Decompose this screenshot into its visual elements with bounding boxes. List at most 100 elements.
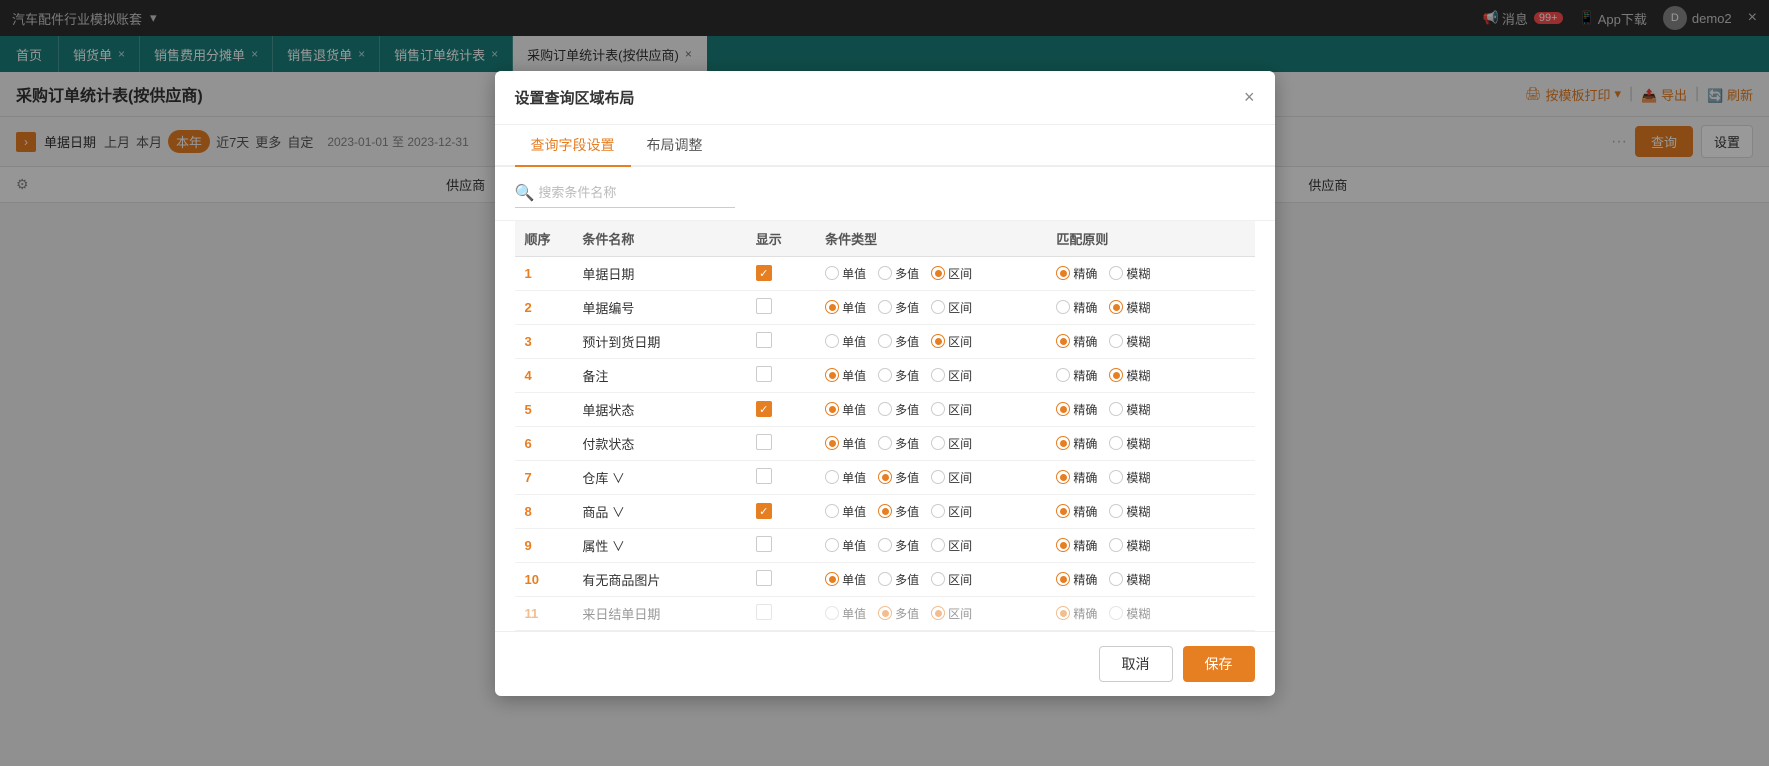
show-checkbox[interactable] bbox=[756, 265, 772, 281]
type-radio-item[interactable]: 单值 bbox=[825, 469, 866, 486]
type-radio-item[interactable]: 区间 bbox=[931, 571, 972, 588]
show-checkbox[interactable] bbox=[756, 298, 772, 314]
type-radio-item[interactable]: 单值 bbox=[825, 503, 866, 520]
match-radio-item[interactable]: 精确 bbox=[1056, 401, 1097, 418]
match-radio-item[interactable]: 模糊 bbox=[1109, 605, 1150, 622]
type-radio-item[interactable]: 多值 bbox=[878, 367, 919, 384]
row-condition-name: 预计到货日期 bbox=[572, 324, 745, 358]
row-show-checkbox[interactable] bbox=[746, 290, 815, 324]
modal-tab-fields[interactable]: 查询字段设置 bbox=[515, 125, 631, 167]
modal-search-area: 🔍 bbox=[495, 167, 1275, 221]
match-radio-item[interactable]: 模糊 bbox=[1109, 571, 1150, 588]
row-show-checkbox[interactable] bbox=[746, 528, 815, 562]
modal-close-button[interactable]: × bbox=[1244, 87, 1255, 108]
match-radio-item[interactable]: 精确 bbox=[1056, 435, 1097, 452]
row-show-checkbox[interactable] bbox=[746, 562, 815, 596]
radio-circle bbox=[931, 606, 945, 620]
type-radio-item[interactable]: 区间 bbox=[931, 503, 972, 520]
show-checkbox[interactable] bbox=[756, 503, 772, 519]
modal-tab-layout[interactable]: 布局调整 bbox=[631, 125, 719, 167]
type-radio-item[interactable]: 单值 bbox=[825, 265, 866, 282]
type-radio-item[interactable]: 多值 bbox=[878, 265, 919, 282]
type-radio-item[interactable]: 单值 bbox=[825, 537, 866, 554]
type-radio-item[interactable]: 单值 bbox=[825, 605, 866, 622]
match-radio-item[interactable]: 模糊 bbox=[1109, 537, 1150, 554]
table-row: 10有无商品图片单值多值区间精确模糊 bbox=[515, 562, 1255, 596]
match-radio-item[interactable]: 精确 bbox=[1056, 333, 1097, 350]
cancel-button[interactable]: 取消 bbox=[1099, 646, 1173, 682]
match-radio-item[interactable]: 模糊 bbox=[1109, 503, 1150, 520]
type-radio-item[interactable]: 单值 bbox=[825, 333, 866, 350]
match-radio-item[interactable]: 模糊 bbox=[1109, 367, 1150, 384]
show-checkbox[interactable] bbox=[756, 570, 772, 586]
match-radio-item[interactable]: 模糊 bbox=[1109, 265, 1150, 282]
type-radio-item[interactable]: 区间 bbox=[931, 401, 972, 418]
show-checkbox[interactable] bbox=[756, 604, 772, 620]
show-checkbox[interactable] bbox=[756, 468, 772, 484]
radio-circle bbox=[825, 368, 839, 382]
radio-circle bbox=[1056, 266, 1070, 280]
show-checkbox[interactable] bbox=[756, 536, 772, 552]
row-show-checkbox[interactable] bbox=[746, 494, 815, 528]
match-radio-item[interactable]: 模糊 bbox=[1109, 299, 1150, 316]
type-radio-item[interactable]: 区间 bbox=[931, 605, 972, 622]
type-radio-item[interactable]: 区间 bbox=[931, 537, 972, 554]
radio-circle bbox=[931, 402, 945, 416]
type-radio-item[interactable]: 区间 bbox=[931, 367, 972, 384]
match-radio-item[interactable]: 模糊 bbox=[1109, 435, 1150, 452]
match-radio-item[interactable]: 模糊 bbox=[1109, 401, 1150, 418]
type-radio-item[interactable]: 多值 bbox=[878, 435, 919, 452]
match-radio-item[interactable]: 精确 bbox=[1056, 367, 1097, 384]
radio-label: 精确 bbox=[1073, 571, 1097, 588]
radio-circle bbox=[825, 402, 839, 416]
show-checkbox[interactable] bbox=[756, 434, 772, 450]
row-show-checkbox[interactable] bbox=[746, 596, 815, 630]
type-radio-item[interactable]: 多值 bbox=[878, 469, 919, 486]
type-radio-item[interactable]: 多值 bbox=[878, 605, 919, 622]
match-radio-group: 精确模糊 bbox=[1056, 299, 1244, 316]
type-radio-item[interactable]: 区间 bbox=[931, 265, 972, 282]
type-radio-item[interactable]: 多值 bbox=[878, 537, 919, 554]
search-input[interactable] bbox=[538, 185, 718, 200]
row-show-checkbox[interactable] bbox=[746, 358, 815, 392]
type-radio-item[interactable]: 多值 bbox=[878, 299, 919, 316]
row-show-checkbox[interactable] bbox=[746, 460, 815, 494]
show-checkbox[interactable] bbox=[756, 366, 772, 382]
type-radio-item[interactable]: 区间 bbox=[931, 333, 972, 350]
type-radio-item[interactable]: 单值 bbox=[825, 367, 866, 384]
type-radio-item[interactable]: 多值 bbox=[878, 571, 919, 588]
match-radio-item[interactable]: 精确 bbox=[1056, 605, 1097, 622]
show-checkbox[interactable] bbox=[756, 401, 772, 417]
row-type-radios: 单值多值区间 bbox=[815, 358, 1046, 392]
match-radio-item[interactable]: 精确 bbox=[1056, 503, 1097, 520]
row-show-checkbox[interactable] bbox=[746, 426, 815, 460]
match-radio-item[interactable]: 精确 bbox=[1056, 537, 1097, 554]
type-radio-item[interactable]: 多值 bbox=[878, 333, 919, 350]
type-radio-item[interactable]: 区间 bbox=[931, 299, 972, 316]
type-radio-item[interactable]: 单值 bbox=[825, 401, 866, 418]
match-radio-item[interactable]: 精确 bbox=[1056, 469, 1097, 486]
type-radio-item[interactable]: 多值 bbox=[878, 503, 919, 520]
row-type-radios: 单值多值区间 bbox=[815, 562, 1046, 596]
type-radio-item[interactable]: 区间 bbox=[931, 435, 972, 452]
modal-dialog: 设置查询区域布局 × 查询字段设置 布局调整 🔍 顺序 bbox=[495, 71, 1275, 696]
match-radio-item[interactable]: 精确 bbox=[1056, 571, 1097, 588]
row-condition-name: 商品 ∨ bbox=[572, 494, 745, 528]
radio-circle bbox=[931, 436, 945, 450]
match-radio-item[interactable]: 精确 bbox=[1056, 299, 1097, 316]
match-radio-item[interactable]: 模糊 bbox=[1109, 333, 1150, 350]
type-radio-item[interactable]: 区间 bbox=[931, 469, 972, 486]
row-match-radios: 精确模糊 bbox=[1046, 426, 1254, 460]
row-show-checkbox[interactable] bbox=[746, 392, 815, 426]
type-radio-item[interactable]: 单值 bbox=[825, 299, 866, 316]
save-button[interactable]: 保存 bbox=[1183, 646, 1255, 682]
row-show-checkbox[interactable] bbox=[746, 256, 815, 290]
table-row: 7仓库 ∨单值多值区间精确模糊 bbox=[515, 460, 1255, 494]
match-radio-item[interactable]: 模糊 bbox=[1109, 469, 1150, 486]
type-radio-item[interactable]: 多值 bbox=[878, 401, 919, 418]
type-radio-item[interactable]: 单值 bbox=[825, 435, 866, 452]
type-radio-item[interactable]: 单值 bbox=[825, 571, 866, 588]
row-show-checkbox[interactable] bbox=[746, 324, 815, 358]
match-radio-item[interactable]: 精确 bbox=[1056, 265, 1097, 282]
show-checkbox[interactable] bbox=[756, 332, 772, 348]
